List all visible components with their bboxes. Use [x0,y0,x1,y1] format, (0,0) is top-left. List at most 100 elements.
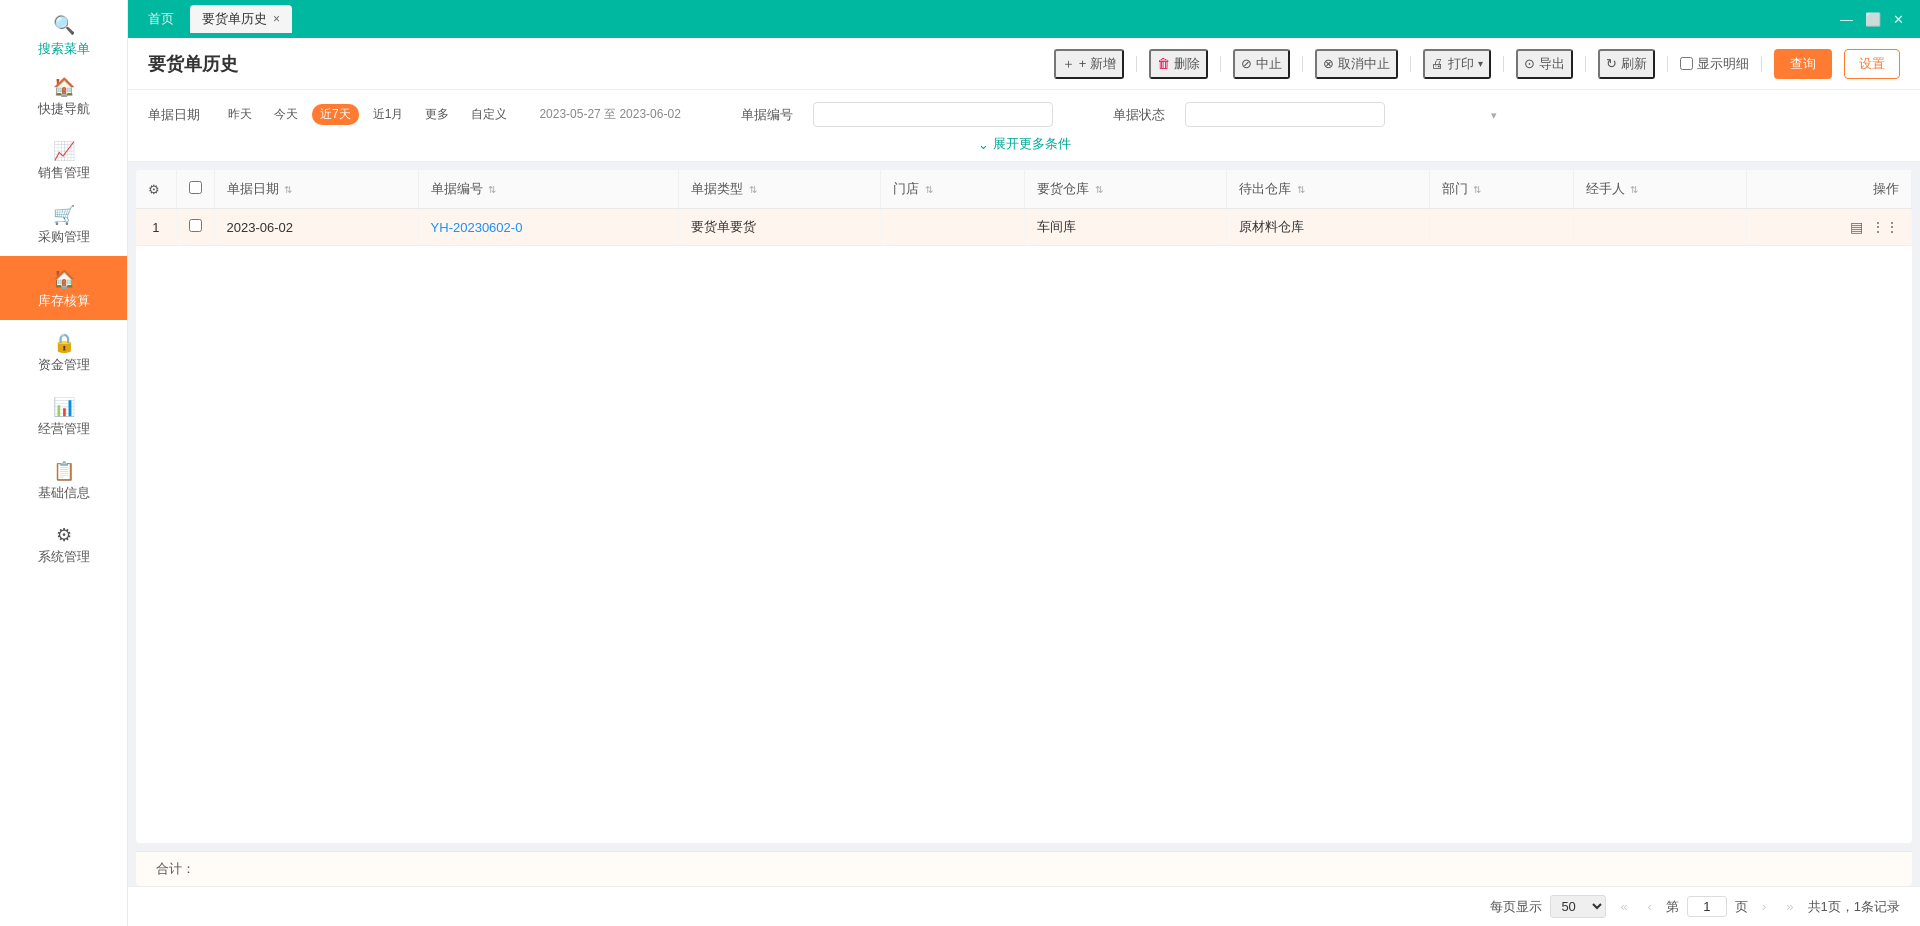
summary-bar: 合计： [136,851,1912,886]
print-dropdown-icon: ▾ [1478,58,1483,69]
sort-handler-icon[interactable]: ⇅ [1630,184,1638,195]
close-window-button[interactable]: ✕ [1893,12,1904,27]
col-number: 单据编号 ⇅ [418,170,679,209]
cell-checkbox [176,209,214,246]
action-more-icon[interactable]: ⋮⋮ [1871,219,1899,235]
delete-button[interactable]: 🗑 删除 [1149,49,1208,79]
sort-date-icon[interactable]: ⇅ [284,184,292,195]
doc-number-label: 单据编号 [741,106,793,124]
sidebar-item-purchase[interactable]: 🛒 采购管理 [0,192,127,256]
sort-dept-icon[interactable]: ⇅ [1473,184,1481,195]
table-wrapper: ⚙ 单据日期 ⇅ 单据编号 ⇅ 单据类型 [136,170,1912,843]
cell-number[interactable]: YH-20230602-0 [418,209,679,246]
minimize-button[interactable]: — [1840,12,1853,27]
page-title: 要货单历史 [148,52,238,76]
basic-info-icon: 📋 [53,462,75,480]
date-filter-group: 昨天 今天 近7天 近1月 更多 自定义 [220,104,515,125]
col-settings[interactable]: ⚙ [136,170,176,209]
date-btn-yesterday[interactable]: 昨天 [220,104,260,125]
settings-button[interactable]: 设置 [1844,49,1900,79]
row-checkbox[interactable] [189,219,202,232]
tabbar-controls: — ⬜ ✕ [1840,12,1912,27]
status-select[interactable] [1185,102,1385,127]
export-button[interactable]: ⊙ 导出 [1516,49,1573,79]
page-suffix-label: 页 [1735,898,1748,916]
date-btn-today[interactable]: 今天 [266,104,306,125]
sort-store-icon[interactable]: ⇅ [925,184,933,195]
sort-number-icon[interactable]: ⇅ [488,184,496,195]
search-icon: 🔍 [53,14,75,36]
tab-close-icon[interactable]: × [273,12,280,26]
content-area: 要货单历史 ＋ + 新增 🗑 删除 ⊘ 中止 ⊗ [128,38,1920,926]
divider-4 [1410,56,1411,72]
print-icon: 🖨 [1431,56,1444,71]
tab-requisition-history[interactable]: 要货单历史 × [190,5,292,33]
col-type: 单据类型 ⇅ [679,170,881,209]
doc-number-link[interactable]: YH-20230602-0 [431,220,523,235]
action-edit-icon[interactable]: ▤ [1850,219,1863,235]
prev-page-button[interactable]: ‹ [1642,897,1658,916]
divider-1 [1136,56,1137,72]
sort-type-icon[interactable]: ⇅ [749,184,757,195]
sidebar-item-finance[interactable]: 🔒 资金管理 [0,320,127,384]
divider-2 [1220,56,1221,72]
refresh-icon: ↻ [1606,56,1617,71]
doc-number-input[interactable] [813,102,1053,127]
stop-button[interactable]: ⊘ 中止 [1233,49,1290,79]
select-all-checkbox[interactable] [189,181,202,194]
page-size-select[interactable]: 50 100 200 [1550,895,1606,918]
sidebar-item-operations[interactable]: 📊 经营管理 [0,384,127,448]
cell-num: 1 [136,209,176,246]
home-icon: 🏠 [53,78,75,96]
page-label: 第 [1666,898,1679,916]
sidebar-item-inventory[interactable]: 🏠 库存核算 [0,256,127,320]
system-icon: ⚙ [56,526,72,544]
first-page-button[interactable]: « [1614,897,1633,916]
expand-row: ⌄ 展开更多条件 [148,135,1900,153]
print-button[interactable]: 🖨 打印 ▾ [1423,49,1491,79]
date-range-display: 2023-05-27 至 2023-06-02 [539,106,680,123]
page-number-input[interactable] [1687,896,1727,917]
sidebar-item-sales[interactable]: 📈 销售管理 [0,128,127,192]
date-btn-custom[interactable]: 自定义 [463,104,515,125]
display-detail-checkbox[interactable] [1680,57,1693,70]
sidebar-item-basic-info[interactable]: 📋 基础信息 [0,448,127,512]
sort-pending-warehouse-icon[interactable]: ⇅ [1297,184,1305,195]
sidebar-item-quick-nav[interactable]: 🏠 快捷导航 [0,64,127,128]
cell-handler [1573,209,1746,246]
page-header: 要货单历史 ＋ + 新增 🗑 删除 ⊘ 中止 ⊗ [128,38,1920,90]
last-page-button[interactable]: » [1780,897,1799,916]
maximize-button[interactable]: ⬜ [1865,12,1881,27]
new-button[interactable]: ＋ + 新增 [1054,49,1124,79]
sidebar-item-system[interactable]: ⚙ 系统管理 [0,512,127,576]
date-btn-7days[interactable]: 近7天 [312,104,359,125]
refresh-button[interactable]: ↻ 刷新 [1598,49,1655,79]
date-btn-more[interactable]: 更多 [417,104,457,125]
divider-3 [1302,56,1303,72]
col-checkbox [176,170,214,209]
display-detail-toggle[interactable]: 显示明细 [1680,55,1749,73]
date-btn-1month[interactable]: 近1月 [365,104,412,125]
filter-area: 单据日期 昨天 今天 近7天 近1月 更多 自定义 2023-05-27 至 2… [128,90,1920,162]
purchase-icon: 🛒 [53,206,75,224]
table-row: 1 2023-06-02 YH-20230602-0 要货单要货 车间库 原材料… [136,209,1912,246]
sidebar-item-search-menu[interactable]: 🔍 搜索菜单 [0,0,127,64]
divider-5 [1503,56,1504,72]
status-select-wrapper [1185,102,1505,127]
action-icons: ▤ ⋮⋮ [1759,219,1899,235]
divider-8 [1761,56,1762,72]
next-page-button[interactable]: › [1756,897,1772,916]
status-label: 单据状态 [1113,106,1165,124]
sort-req-warehouse-icon[interactable]: ⇅ [1095,184,1103,195]
cell-date: 2023-06-02 [214,209,418,246]
sidebar: 🔍 搜索菜单 🏠 快捷导航 📈 销售管理 🛒 采购管理 🏠 库存核算 🔒 资金管… [0,0,128,926]
toolbar: ＋ + 新增 🗑 删除 ⊘ 中止 ⊗ 取消中止 [1054,49,1900,79]
operations-icon: 📊 [53,398,75,416]
tab-home[interactable]: 首页 [136,5,186,33]
col-action: 操作 [1746,170,1911,209]
cell-action: ▤ ⋮⋮ [1746,209,1911,246]
cancel-stop-button[interactable]: ⊗ 取消中止 [1315,49,1398,79]
query-button[interactable]: 查询 [1774,49,1832,79]
expand-more-button[interactable]: ⌄ 展开更多条件 [978,135,1071,153]
per-page-label: 每页显示 [1490,898,1542,916]
